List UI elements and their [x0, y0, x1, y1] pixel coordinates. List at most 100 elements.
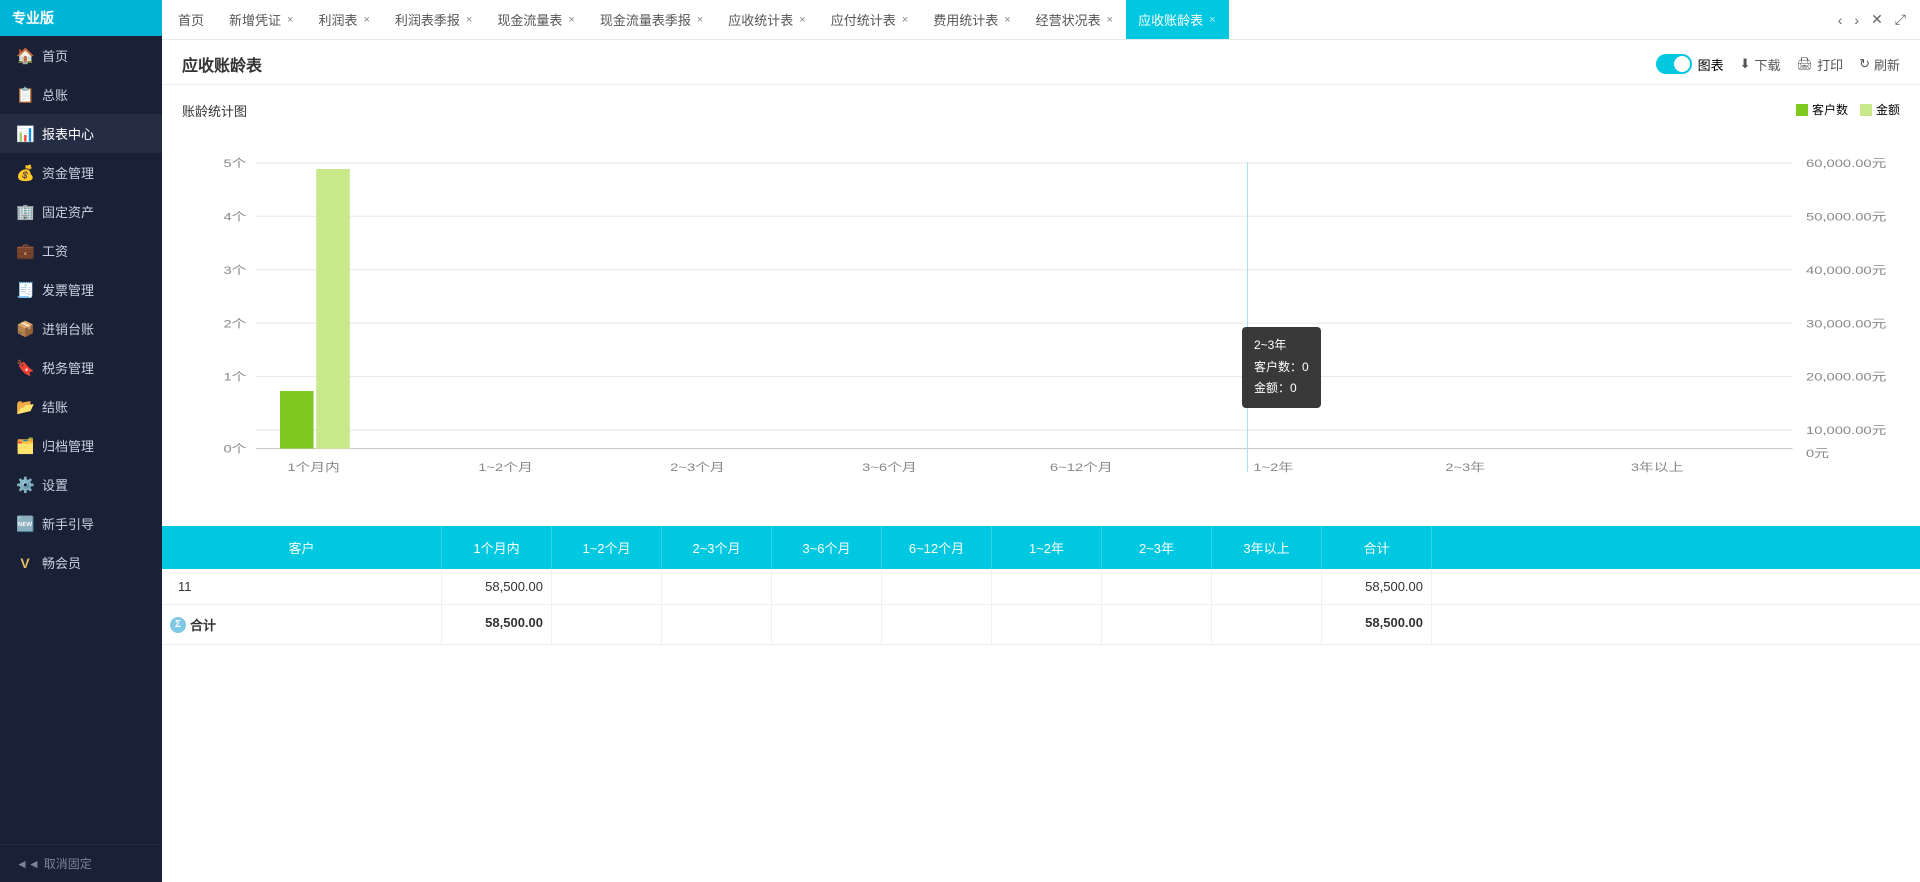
sidebar-item-salary[interactable]: 💼 工资	[0, 231, 162, 270]
tab-new-voucher-close[interactable]: ×	[287, 14, 293, 26]
td-year12-0	[992, 569, 1102, 604]
sidebar-label-report-center: 报表中心	[42, 124, 94, 143]
data-table: 客户 1个月内 1~2个月 2~3个月 3~6个月 6~12个月 1~2年 2~…	[162, 526, 1920, 645]
tab-cashflow-quarterly-close[interactable]: ×	[697, 14, 703, 26]
tab-payable-stats-close[interactable]: ×	[902, 14, 908, 26]
vip-icon: V	[16, 555, 34, 571]
tab-receivable-stats-close[interactable]: ×	[799, 14, 805, 26]
svg-text:0元: 0元	[1806, 446, 1829, 459]
sidebar-item-fixed-assets[interactable]: 🏢 固定资产	[0, 192, 162, 231]
td-total-0: 58,500.00	[1322, 569, 1432, 604]
download-button[interactable]: ⬇ 下载	[1740, 55, 1781, 74]
sidebar-item-checkout[interactable]: 📂 结账	[0, 387, 162, 426]
print-button[interactable]: 🖨 打印	[1797, 55, 1844, 74]
svg-text:50,000.00元: 50,000.00元	[1806, 210, 1886, 223]
chart-svg: 5个 4个 3个 2个 1个 0个 60,000.00元 50,000.00元 …	[182, 132, 1900, 502]
legend-amount: 金额	[1860, 101, 1900, 118]
sidebar-label-fixed-assets: 固定资产	[42, 202, 94, 221]
purchase-icon: 📦	[16, 320, 34, 338]
refresh-button[interactable]: ↻ 刷新	[1859, 55, 1900, 74]
tab-business-status[interactable]: 经营状况表 ×	[1024, 0, 1126, 40]
tab-receivable-aging[interactable]: 应收账龄表 ×	[1126, 0, 1228, 40]
sidebar-item-newbie[interactable]: 🆕 新手引导	[0, 504, 162, 543]
sidebar-item-fund-management[interactable]: 💰 资金管理	[0, 153, 162, 192]
total-label: 合计	[190, 615, 216, 634]
chart-legend: 客户数 金额	[1796, 101, 1900, 118]
sidebar-item-invoice[interactable]: 🧾 发票管理	[0, 270, 162, 309]
sidebar-label-home: 首页	[42, 46, 68, 65]
th-year3plus: 3年以上	[1212, 526, 1322, 569]
tab-profit-table[interactable]: 利润表 ×	[306, 0, 382, 40]
page-content: 应收账龄表 图表 ⬇ 下载 🖨 打印 ↻ 刷新	[162, 40, 1920, 882]
th-month1: 1个月内	[442, 526, 552, 569]
td-total-month36	[772, 605, 882, 644]
th-month36: 3~6个月	[772, 526, 882, 569]
sidebar-label-settings: 设置	[42, 475, 68, 494]
svg-text:20,000.00元: 20,000.00元	[1806, 370, 1886, 383]
tab-cashflow-table-close[interactable]: ×	[568, 14, 574, 26]
tab-expense-stats-label: 费用统计表	[933, 10, 998, 29]
svg-text:1个: 1个	[223, 370, 246, 383]
sidebar-label-fund-management: 资金管理	[42, 163, 94, 182]
tab-cashflow-quarterly-label: 现金流量表季报	[600, 10, 691, 29]
sidebar-item-general-ledger[interactable]: 📋 总账	[0, 75, 162, 114]
tab-expense-stats-close[interactable]: ×	[1004, 14, 1010, 26]
tax-icon: 🔖	[16, 359, 34, 377]
archive-icon: 🗂️	[16, 437, 34, 455]
sidebar-item-settings[interactable]: ⚙️ 设置	[0, 465, 162, 504]
tab-receivable-stats[interactable]: 应收统计表 ×	[716, 0, 818, 40]
sidebar-label-tax: 税务管理	[42, 358, 94, 377]
td-total-label: Σ 合计	[162, 605, 442, 644]
legend-amount-color	[1860, 104, 1872, 116]
tab-new-voucher[interactable]: 新增凭证 ×	[217, 0, 306, 40]
sidebar-collapse-button[interactable]: ◄◄ 取消固定	[0, 844, 162, 882]
td-total-month12	[552, 605, 662, 644]
sidebar-item-vip[interactable]: V 畅会员	[0, 543, 162, 582]
fund-icon: 💰	[16, 164, 34, 182]
tab-maximize-button[interactable]: ⤢	[1891, 9, 1910, 30]
tab-scroll-left-button[interactable]: ‹	[1834, 10, 1847, 30]
sidebar-label-general-ledger: 总账	[42, 85, 68, 104]
tab-payable-stats[interactable]: 应付统计表 ×	[819, 0, 921, 40]
salary-icon: 💼	[16, 242, 34, 260]
tab-close-all-button[interactable]: ✕	[1867, 9, 1887, 30]
tab-home-label: 首页	[178, 10, 204, 29]
th-month612: 6~12个月	[882, 526, 992, 569]
td-total-year12	[992, 605, 1102, 644]
svg-text:6~12个月: 6~12个月	[1050, 461, 1113, 474]
tab-profit-quarterly-close[interactable]: ×	[466, 14, 472, 26]
tab-receivable-aging-close[interactable]: ×	[1209, 14, 1215, 26]
td-customer-0: 11	[162, 569, 442, 604]
newbie-icon: 🆕	[16, 515, 34, 533]
tab-expense-stats[interactable]: 费用统计表 ×	[921, 0, 1023, 40]
sidebar-item-archive[interactable]: 🗂️ 归档管理	[0, 426, 162, 465]
print-label: 打印	[1817, 55, 1843, 74]
sidebar-bottom-label: 取消固定	[44, 855, 92, 872]
sidebar-item-home[interactable]: 🏠 首页	[0, 36, 162, 75]
sidebar-label-purchase-sales: 进销台账	[42, 319, 94, 338]
sidebar-item-report-center[interactable]: 📊 报表中心	[0, 114, 162, 153]
assets-icon: 🏢	[16, 203, 34, 221]
svg-text:2个: 2个	[223, 317, 246, 330]
legend-customer-color	[1796, 104, 1808, 116]
invoice-icon: 🧾	[16, 281, 34, 299]
chart-toggle[interactable]	[1656, 54, 1692, 74]
refresh-label: 刷新	[1874, 55, 1900, 74]
tab-home[interactable]: 首页	[166, 0, 217, 40]
tab-cashflow-table-label: 现金流量表	[497, 10, 562, 29]
tab-new-voucher-label: 新增凭证	[229, 10, 281, 29]
td-total-year3plus	[1212, 605, 1322, 644]
bar-amount-0	[316, 169, 350, 449]
legend-customer-label: 客户数	[1812, 101, 1848, 118]
tab-business-status-close[interactable]: ×	[1107, 14, 1113, 26]
tab-cashflow-table[interactable]: 现金流量表 ×	[485, 0, 587, 40]
sidebar-item-tax[interactable]: 🔖 税务管理	[0, 348, 162, 387]
tab-profit-table-close[interactable]: ×	[363, 14, 369, 26]
sidebar-item-purchase-sales[interactable]: 📦 进销台账	[0, 309, 162, 348]
th-year23: 2~3年	[1102, 526, 1212, 569]
tab-cashflow-quarterly[interactable]: 现金流量表季报 ×	[588, 0, 716, 40]
tab-scroll-right-button[interactable]: ›	[1850, 10, 1863, 30]
tab-profit-quarterly[interactable]: 利润表季报 ×	[383, 0, 485, 40]
page-actions: 图表 ⬇ 下载 🖨 打印 ↻ 刷新	[1656, 54, 1900, 74]
tab-controls: ‹ › ✕ ⤢	[1828, 9, 1916, 30]
